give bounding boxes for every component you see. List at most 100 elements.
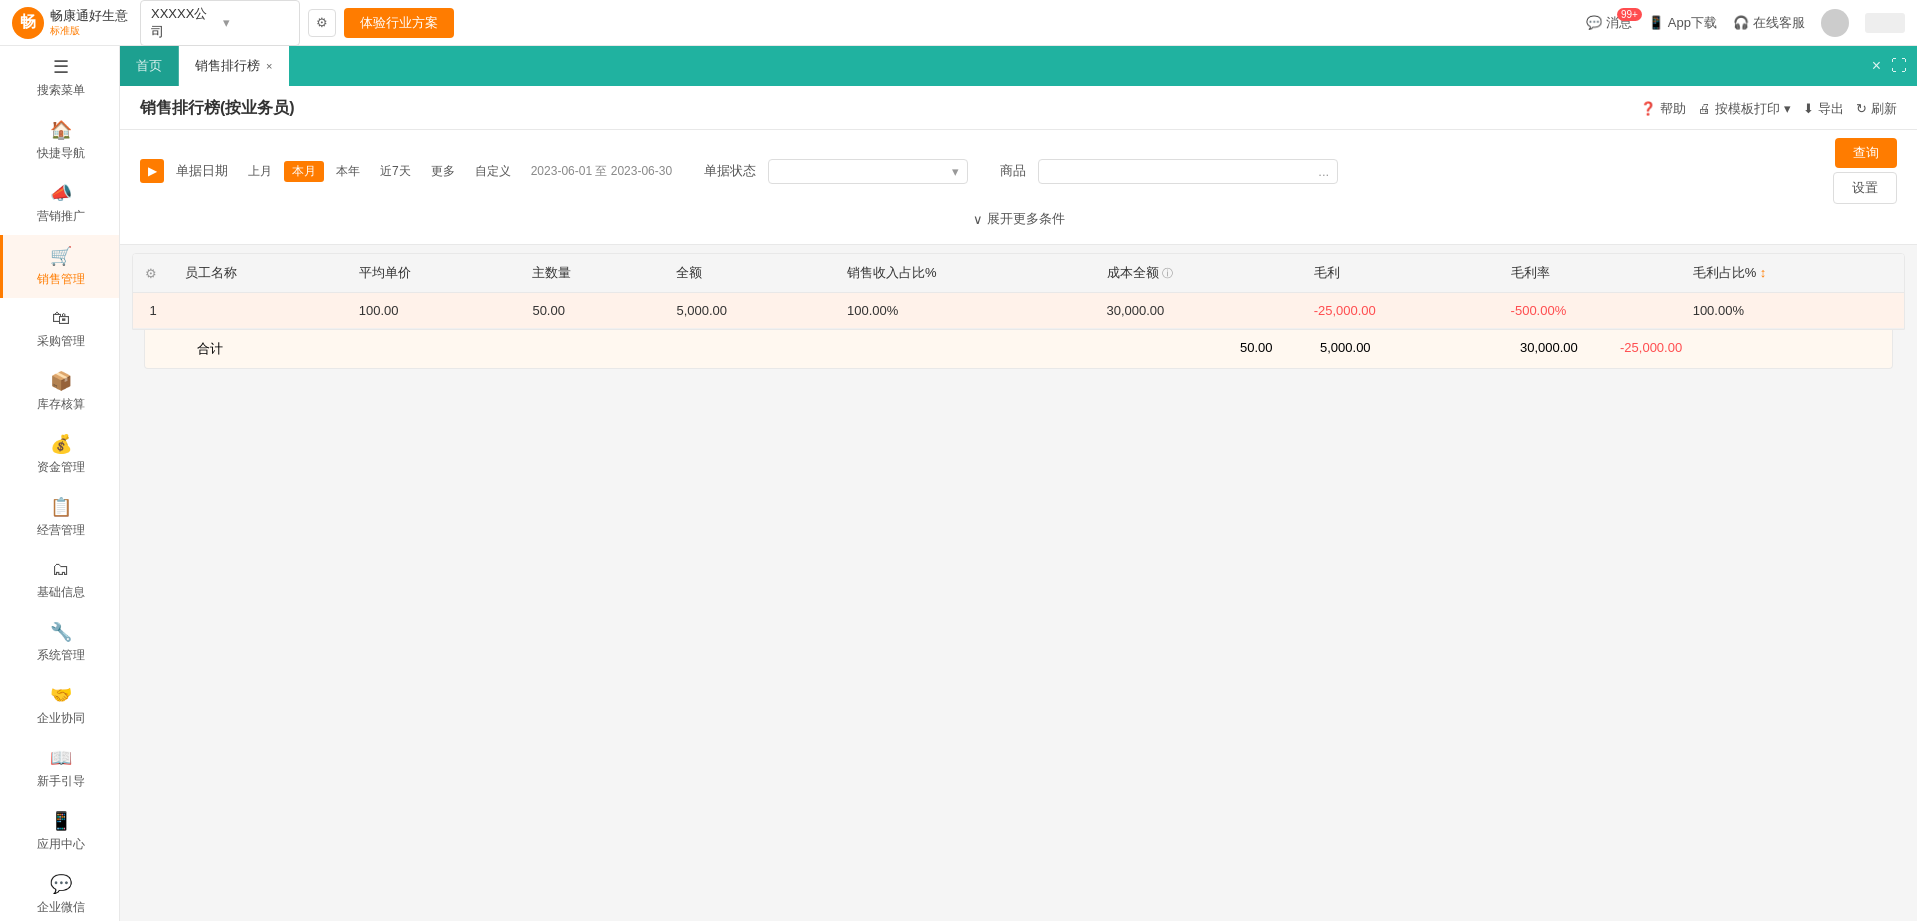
- sidebar-item-purchase[interactable]: 🛍 采购管理: [0, 298, 119, 360]
- inventory-icon: 📦: [50, 370, 72, 392]
- settings-button[interactable]: 设置: [1833, 172, 1897, 204]
- avatar[interactable]: [1821, 9, 1849, 37]
- basic-icon: 🗂: [52, 559, 70, 580]
- export-button[interactable]: ⬇ 导出: [1803, 100, 1844, 118]
- sidebar-item-inventory[interactable]: 📦 库存核算: [0, 360, 119, 423]
- sidebar-item-marketing[interactable]: 📣 营销推广: [0, 172, 119, 235]
- purchase-icon: 🛍: [52, 308, 70, 329]
- page-title-row: 销售排行榜(按业务员) ❓ 帮助 🖨 按模板打印 ▾ ⬇: [140, 98, 1897, 129]
- status-filter-label: 单据状态: [704, 162, 756, 180]
- column-settings-icon: ⚙: [145, 266, 157, 281]
- sidebar-item-coop[interactable]: 🤝 企业协同: [0, 674, 119, 737]
- sidebar-item-basic[interactable]: 🗂 基础信息: [0, 549, 119, 611]
- tab-bar: 首页 销售排行榜 × × ⛶: [120, 46, 1917, 86]
- th-gross: 毛利: [1302, 254, 1499, 293]
- app-download-area[interactable]: 📱 App下载: [1648, 14, 1717, 32]
- table-row: 1 100.00 50.00: [133, 293, 1904, 329]
- top-bar-right: 💬 消息 99+ 📱 App下载 🎧 在线客服: [1586, 9, 1905, 37]
- table-body: 1 100.00 50.00: [133, 293, 1904, 329]
- footer-gross-rate: [1720, 340, 1800, 358]
- cell-avg-price: 100.00: [347, 293, 521, 329]
- gear-icon: ⚙: [316, 15, 328, 30]
- coop-icon: 🤝: [50, 684, 72, 706]
- sidebar: ☰ 搜索菜单 🏠 快捷导航 📣 营销推广 🛒 销售管理 🛍 采购管理 📦 库存核…: [0, 46, 120, 921]
- query-button[interactable]: 查询: [1835, 138, 1897, 168]
- message-icon: 💬: [1586, 15, 1602, 30]
- export-icon: ⬇: [1803, 101, 1814, 116]
- online-service-area[interactable]: 🎧 在线客服: [1733, 14, 1805, 32]
- home-icon: 🏠: [50, 119, 72, 141]
- expand-conditions-btn[interactable]: ∨ 展开更多条件: [965, 208, 1073, 230]
- date-tab-current-month[interactable]: 本月: [284, 161, 324, 182]
- print-button[interactable]: 🖨 按模板打印 ▾: [1698, 100, 1791, 118]
- date-tab-7days[interactable]: 近7天: [372, 161, 419, 182]
- refresh-button[interactable]: ↻ 刷新: [1856, 100, 1897, 118]
- query-action-area: 查询 设置: [1833, 138, 1897, 204]
- th-settings[interactable]: ⚙: [133, 254, 173, 293]
- page-title: 销售排行榜(按业务员): [140, 98, 295, 119]
- main-layout: ☰ 搜索菜单 🏠 快捷导航 📣 营销推广 🛒 销售管理 🛍 采购管理 📦 库存核…: [0, 46, 1917, 921]
- th-amount: 全额: [664, 254, 835, 293]
- cell-sales-pct: 100.00%: [835, 293, 1095, 329]
- message-badge: 99+: [1617, 8, 1642, 21]
- date-tab-prev-month[interactable]: 上月: [240, 161, 280, 182]
- fullscreen-icon[interactable]: ⛶: [1891, 57, 1907, 75]
- footer-empty: [157, 340, 197, 358]
- print-dropdown-icon: ▾: [1784, 101, 1791, 116]
- gross-pct-sort-icon[interactable]: ↕: [1760, 265, 1767, 280]
- sidebar-item-guide[interactable]: 📖 新手引导: [0, 737, 119, 800]
- trial-button[interactable]: 体验行业方案: [344, 8, 454, 38]
- sidebar-item-funds[interactable]: 💰 资金管理: [0, 423, 119, 486]
- goods-input[interactable]: ...: [1038, 159, 1338, 184]
- footer-sales-pct: [1420, 340, 1520, 358]
- th-cost: 成本全额 ⓘ: [1095, 254, 1302, 293]
- sidebar-item-sales[interactable]: 🛒 销售管理: [0, 235, 119, 298]
- sidebar-item-appstore[interactable]: 📱 应用中心: [0, 800, 119, 863]
- sales-rank-tab-label: 销售排行榜: [195, 57, 260, 75]
- company-selector[interactable]: XXXXX公司 ▾: [140, 0, 300, 46]
- cell-name: [173, 293, 347, 329]
- sidebar-item-system[interactable]: 🔧 系统管理: [0, 611, 119, 674]
- date-tab-custom[interactable]: 自定义: [467, 161, 519, 182]
- help-button[interactable]: ❓ 帮助: [1640, 100, 1686, 118]
- footer-label: 合计: [197, 340, 1160, 358]
- table-footer: 合计 50.00 5,000.00 30,000.00 -25,000.00: [144, 330, 1893, 369]
- top-bar-left: 畅 畅康通好生意 标准版 XXXXX公司 ▾ ⚙ 体验行业方案: [12, 0, 454, 46]
- content-area: 首页 销售排行榜 × × ⛶ 销售排行榜(按业务员) ❓ 帮助: [120, 46, 1917, 921]
- table-area: ⚙ 员工名称 平均单价 主数量: [132, 253, 1905, 369]
- settings-icon-btn[interactable]: ⚙: [308, 9, 336, 37]
- message-area[interactable]: 💬 消息 99+: [1586, 14, 1632, 32]
- footer-gross-pct: [1800, 340, 1880, 358]
- tab-sales-rank[interactable]: 销售排行榜 ×: [179, 46, 289, 86]
- filter-row: ▶ 单据日期 上月 本月 本年 近7天 更多 自定义 2023-06-01 至 …: [140, 138, 1897, 204]
- cost-info-icon: ⓘ: [1162, 267, 1173, 279]
- footer-cost: 30,000.00: [1520, 340, 1620, 358]
- cell-cost: 30,000.00: [1095, 293, 1302, 329]
- th-avg-price: 平均单价: [347, 254, 521, 293]
- logo-icon: 畅: [12, 7, 44, 39]
- sidebar-item-shortcut[interactable]: 🏠 快捷导航: [0, 109, 119, 172]
- printer-icon: 🖨: [1698, 101, 1711, 116]
- th-quantity: 主数量: [520, 254, 664, 293]
- page-actions: ❓ 帮助 🖨 按模板打印 ▾ ⬇ 导出 ↻: [1640, 100, 1897, 118]
- refresh-icon: ↻: [1856, 101, 1867, 116]
- goods-filter-label: 商品: [1000, 162, 1026, 180]
- date-tabs: 上月 本月 本年 近7天 更多 自定义: [240, 161, 519, 182]
- cell-index: 1: [133, 293, 173, 329]
- filter-bar: ▶ 单据日期 上月 本月 本年 近7天 更多 自定义 2023-06-01 至 …: [120, 130, 1917, 245]
- sidebar-item-search[interactable]: ☰ 搜索菜单: [0, 46, 119, 109]
- tab-right-actions: × ⛶: [1862, 46, 1917, 86]
- close-window-icon[interactable]: ×: [1872, 57, 1881, 75]
- sidebar-item-operations[interactable]: 📋 经营管理: [0, 486, 119, 549]
- date-tab-more[interactable]: 更多: [423, 161, 463, 182]
- tab-home[interactable]: 首页: [120, 46, 179, 86]
- footer-avg-price: [1160, 340, 1240, 358]
- question-icon: ❓: [1640, 101, 1656, 116]
- tab-close-icon[interactable]: ×: [266, 60, 272, 72]
- date-tab-current-year[interactable]: 本年: [328, 161, 368, 182]
- sidebar-item-weixin[interactable]: 💬 企业微信: [0, 863, 119, 921]
- filter-arrow-btn[interactable]: ▶: [140, 159, 164, 183]
- page-header: 销售排行榜(按业务员) ❓ 帮助 🖨 按模板打印 ▾ ⬇: [120, 86, 1917, 130]
- status-select[interactable]: ▾: [768, 159, 968, 184]
- sales-icon: 🛒: [50, 245, 72, 267]
